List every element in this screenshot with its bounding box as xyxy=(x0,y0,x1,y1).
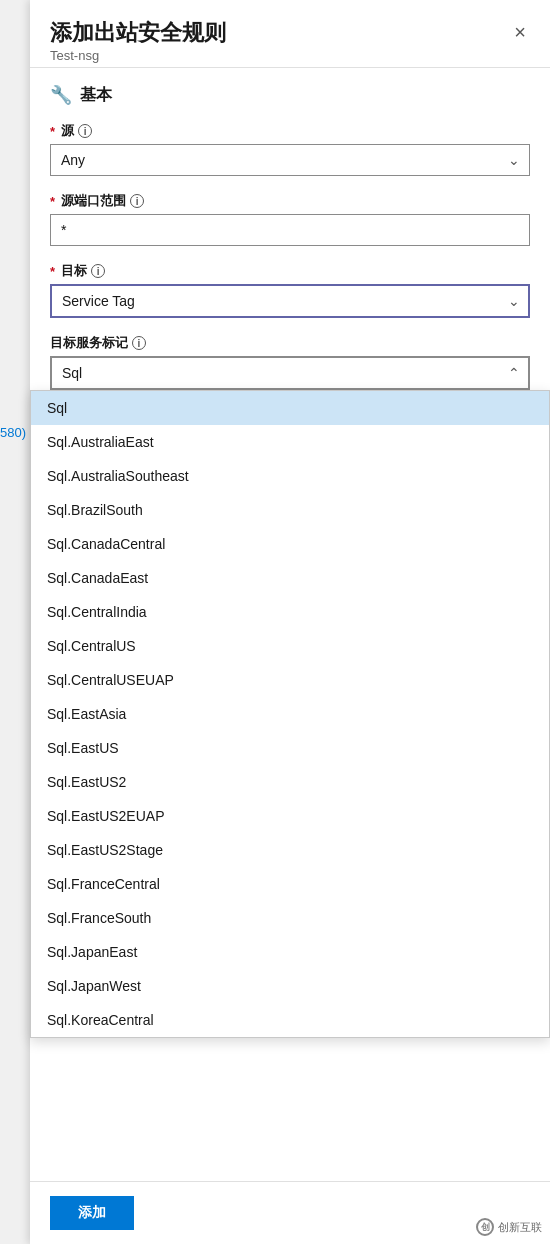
destination-required: * xyxy=(50,264,55,279)
close-button[interactable]: × xyxy=(510,22,530,42)
dropdown-item[interactable]: Sql.CanadaEast xyxy=(31,561,549,595)
dropdown-item[interactable]: Sql.KoreaCentral xyxy=(31,1003,549,1037)
section-header: 🔧 基本 xyxy=(50,84,530,106)
source-port-input[interactable] xyxy=(50,214,530,246)
dest-service-tag-group: 目标服务标记 i Sql ⌃ SqlSql.AustraliaEastSql.A… xyxy=(50,334,530,390)
dropdown-item[interactable]: Sql.EastUS xyxy=(31,731,549,765)
dest-service-tag-label-text: 目标服务标记 xyxy=(50,334,128,352)
watermark-text: 创新互联 xyxy=(498,1220,542,1235)
dest-service-tag-info-icon[interactable]: i xyxy=(132,336,146,350)
dropdown-item[interactable]: Sql.JapanEast xyxy=(31,935,549,969)
dropdown-item[interactable]: Sql.CentralUS xyxy=(31,629,549,663)
source-required: * xyxy=(50,124,55,139)
panel-subtitle: Test-nsg xyxy=(50,48,226,63)
dropdown-item[interactable]: Sql.BrazilSouth xyxy=(31,493,549,527)
source-info-icon[interactable]: i xyxy=(78,124,92,138)
destination-select-wrapper: Service Tag Any IP Addresses Application… xyxy=(50,284,530,318)
dropdown-item[interactable]: Sql.EastUS2EUAP xyxy=(31,799,549,833)
panel-header: 添加出站安全规则 Test-nsg × xyxy=(30,0,550,68)
dropdown-item[interactable]: Sql.CentralIndia xyxy=(31,595,549,629)
section-title: 基本 xyxy=(80,85,112,106)
bottom-bar: 添加 xyxy=(30,1181,550,1244)
dropdown-item[interactable]: Sql.JapanWest xyxy=(31,969,549,1003)
dropdown-item[interactable]: Sql.CentralUSEUAP xyxy=(31,663,549,697)
source-port-label-text: 源端口范围 xyxy=(61,192,126,210)
source-port-label-row: * 源端口范围 i xyxy=(50,192,530,210)
title-block: 添加出站安全规则 Test-nsg xyxy=(50,20,226,63)
destination-select[interactable]: Service Tag Any IP Addresses Application… xyxy=(50,284,530,318)
source-label-text: 源 xyxy=(61,122,74,140)
add-button[interactable]: 添加 xyxy=(50,1196,134,1230)
destination-info-icon[interactable]: i xyxy=(91,264,105,278)
destination-group: * 目标 i Service Tag Any IP Addresses Appl… xyxy=(50,262,530,318)
source-port-info-icon[interactable]: i xyxy=(130,194,144,208)
source-port-required: * xyxy=(50,194,55,209)
source-group: * 源 i Any IP Addresses Service Tag Appli… xyxy=(50,122,530,176)
wrench-icon: 🔧 xyxy=(50,84,72,106)
dropdown-item[interactable]: Sql.EastUS2 xyxy=(31,765,549,799)
panel-body: 🔧 基本 * 源 i Any IP Addresses Service Tag … xyxy=(30,68,550,1181)
watermark: 创 创新互联 xyxy=(476,1218,542,1236)
panel-title: 添加出站安全规则 xyxy=(50,20,226,46)
dropdown-item[interactable]: Sql xyxy=(31,391,549,425)
watermark-icon: 创 xyxy=(476,1218,494,1236)
source-select-wrapper: Any IP Addresses Service Tag Application… xyxy=(50,144,530,176)
source-port-group: * 源端口范围 i xyxy=(50,192,530,246)
dropdown-item[interactable]: Sql.AustraliaSoutheast xyxy=(31,459,549,493)
dest-service-tag-select-wrapper: Sql ⌃ xyxy=(50,356,530,390)
destination-label-row: * 目标 i xyxy=(50,262,530,280)
destination-label-text: 目标 xyxy=(61,262,87,280)
dropdown-item[interactable]: Sql.AustraliaEast xyxy=(31,425,549,459)
dest-service-tag-select[interactable]: Sql xyxy=(50,356,530,390)
source-label-row: * 源 i xyxy=(50,122,530,140)
side-panel: 添加出站安全规则 Test-nsg × 🔧 基本 * 源 i Any IP Ad… xyxy=(30,0,550,1244)
dropdown-item[interactable]: Sql.FranceCentral xyxy=(31,867,549,901)
dropdown-item[interactable]: Sql.EastUS2Stage xyxy=(31,833,549,867)
dropdown-item[interactable]: Sql.CanadaCentral xyxy=(31,527,549,561)
dropdown-item[interactable]: Sql.EastAsia xyxy=(31,697,549,731)
dropdown-item[interactable]: Sql.FranceSouth xyxy=(31,901,549,935)
dest-service-tag-label-row: 目标服务标记 i xyxy=(50,334,530,352)
dest-service-tag-dropdown-list: SqlSql.AustraliaEastSql.AustraliaSouthea… xyxy=(30,390,550,1038)
left-edge-text: 580) xyxy=(0,425,26,440)
source-select[interactable]: Any IP Addresses Service Tag Application… xyxy=(50,144,530,176)
